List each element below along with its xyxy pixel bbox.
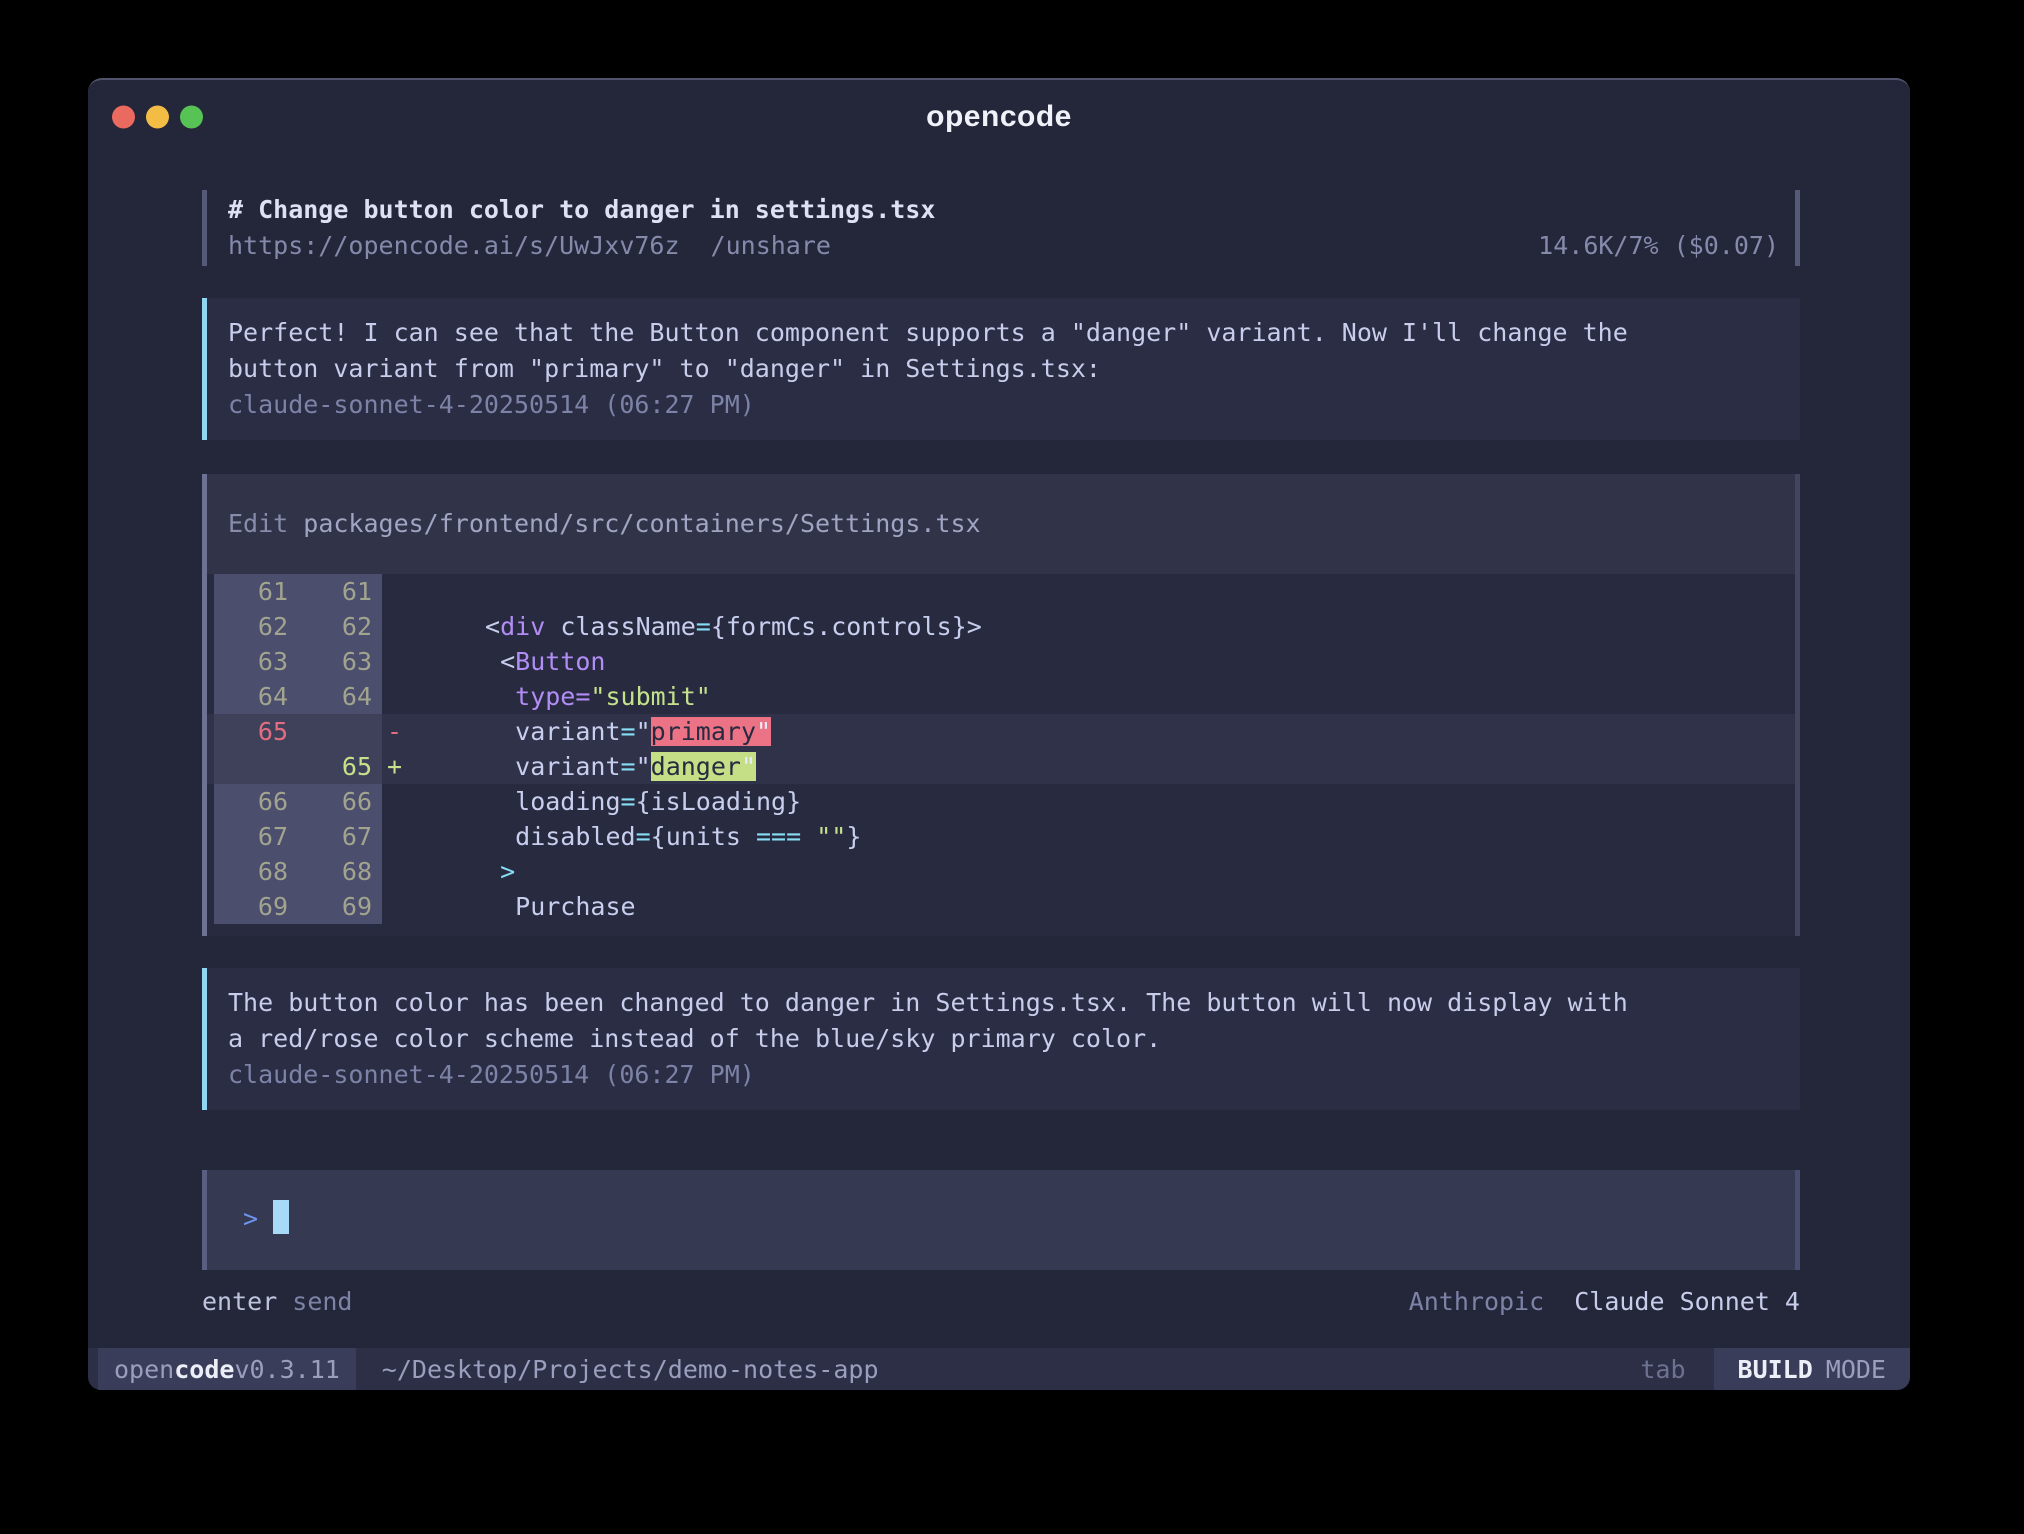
- tool-target-path: packages/frontend/src/containers/Setting…: [303, 509, 980, 538]
- new-line-number: 61: [298, 574, 382, 609]
- old-line-number: 65: [214, 714, 298, 749]
- old-line-number: 66: [214, 784, 298, 819]
- assistant-message: The button color has been changed to dan…: [202, 968, 1800, 1110]
- token-usage: 14.6K/7% ($0.07): [1538, 228, 1779, 264]
- diff-sign: +: [382, 749, 470, 784]
- status-right: tab BUILD MODE: [1640, 1348, 1910, 1390]
- mode-name: BUILD: [1738, 1355, 1813, 1384]
- unshare-command[interactable]: /unshare: [711, 228, 831, 264]
- send-action-hint: send: [292, 1284, 352, 1320]
- old-line-number: 63: [214, 644, 298, 679]
- app-version-chip: opencode v0.3.11: [98, 1348, 356, 1390]
- code-line: <div className={formCs.controls}>: [470, 609, 982, 644]
- tool-call-box: Edit packages/frontend/src/containers/Se…: [202, 474, 1800, 936]
- message-line: a red/rose color scheme instead of the b…: [228, 1021, 1784, 1057]
- diff-row: 65+ variant="danger": [207, 749, 1795, 784]
- code-line: disabled={units === ""}: [470, 819, 861, 854]
- message-model-meta: claude-sonnet-4-20250514 (06:27 PM): [228, 387, 1784, 423]
- diff-sign: [382, 644, 470, 679]
- diff-sign: [382, 854, 470, 889]
- old-line-number: 61: [214, 574, 298, 609]
- code-line: <Button: [470, 644, 605, 679]
- diff-sign: [382, 574, 470, 609]
- session-header: # Change button color to danger in setti…: [202, 190, 1800, 266]
- diff-sign: [382, 784, 470, 819]
- diff-row: 6868 >: [207, 854, 1795, 889]
- diff-row: 65 - variant="primary": [207, 714, 1795, 749]
- message-line: button variant from "primary" to "danger…: [228, 351, 1784, 387]
- tab-key-hint: tab: [1640, 1355, 1685, 1384]
- diff-row: 6969 Purchase: [207, 889, 1795, 924]
- assistant-message: Perfect! I can see that the Button compo…: [202, 298, 1800, 440]
- model-indicator: Anthropic Claude Sonnet 4: [1409, 1284, 1800, 1320]
- message-line: Perfect! I can see that the Button compo…: [228, 315, 1784, 351]
- new-line-number: 68: [298, 854, 382, 889]
- build-mode-chip[interactable]: BUILD MODE: [1714, 1348, 1910, 1390]
- title-bar: opencode: [88, 80, 1910, 154]
- new-line-number: 62: [298, 609, 382, 644]
- new-line-number: 65: [298, 749, 382, 784]
- zoom-button[interactable]: [180, 106, 203, 129]
- new-line-number: 64: [298, 679, 382, 714]
- session-subheader: https://opencode.ai/s/UwJxv76z /unshare …: [228, 228, 1779, 264]
- diff-sign: [382, 889, 470, 924]
- code-line: variant="danger": [470, 749, 756, 784]
- diff-sign: -: [382, 714, 470, 749]
- diff-row: 6363 <Button: [207, 644, 1795, 679]
- window-title: opencode: [926, 100, 1072, 134]
- session-view: # Change button color to danger in setti…: [88, 190, 1910, 1320]
- diff-row: 6767 disabled={units === ""}: [207, 819, 1795, 854]
- enter-key-hint: enter: [202, 1284, 277, 1320]
- minimize-button[interactable]: [146, 106, 169, 129]
- hint-row: enter send Anthropic Claude Sonnet 4: [202, 1284, 1800, 1320]
- old-line-number: 64: [214, 679, 298, 714]
- diff-sign: [382, 609, 470, 644]
- diff-sign: [382, 679, 470, 714]
- provider-name: Anthropic: [1409, 1287, 1544, 1316]
- message-model-meta: claude-sonnet-4-20250514 (06:27 PM): [228, 1057, 1784, 1093]
- code-line: type="submit": [470, 679, 711, 714]
- old-line-number: 62: [214, 609, 298, 644]
- app-version: v0.3.11: [234, 1355, 339, 1384]
- diff-row: 6161: [207, 574, 1795, 609]
- app-name-normal: open: [114, 1355, 174, 1384]
- text-cursor: [273, 1200, 289, 1234]
- tool-action-label: Edit: [228, 509, 303, 538]
- message-line: The button color has been changed to dan…: [228, 985, 1784, 1021]
- diff-sign: [382, 819, 470, 854]
- model-name: Claude Sonnet 4: [1574, 1287, 1800, 1316]
- old-line-number: 69: [214, 889, 298, 924]
- diff-rows: 61616262 <div className={formCs.controls…: [207, 574, 1795, 936]
- share-url-link[interactable]: https://opencode.ai/s/UwJxv76z: [228, 228, 680, 264]
- status-bar: opencode v0.3.11 ~/Desktop/Projects/demo…: [88, 1348, 1910, 1390]
- close-button[interactable]: [112, 106, 135, 129]
- diff-row: 6464 type="submit": [207, 679, 1795, 714]
- prompt-symbol: >: [243, 1204, 258, 1233]
- old-line-number: [214, 749, 298, 784]
- session-title: # Change button color to danger in setti…: [228, 192, 1779, 228]
- tool-call-header: Edit packages/frontend/src/containers/Se…: [207, 474, 1795, 574]
- mode-suffix: MODE: [1826, 1355, 1886, 1384]
- code-line: Purchase: [470, 889, 636, 924]
- new-line-number: 69: [298, 889, 382, 924]
- code-line: loading={isLoading}: [470, 784, 801, 819]
- new-line-number: 63: [298, 644, 382, 679]
- new-line-number: [298, 714, 382, 749]
- app-window: opencode # Change button color to danger…: [88, 78, 1910, 1390]
- new-line-number: 66: [298, 784, 382, 819]
- app-name-bold: code: [174, 1355, 234, 1384]
- prompt-input[interactable]: >: [202, 1170, 1800, 1270]
- old-line-number: 67: [214, 819, 298, 854]
- old-line-number: 68: [214, 854, 298, 889]
- diff-row: 6666 loading={isLoading}: [207, 784, 1795, 819]
- diff-row: 6262 <div className={formCs.controls}>: [207, 609, 1795, 644]
- new-line-number: 67: [298, 819, 382, 854]
- code-line: >: [470, 854, 515, 889]
- code-line: variant="primary": [470, 714, 771, 749]
- working-directory: ~/Desktop/Projects/demo-notes-app: [382, 1355, 879, 1384]
- window-controls: [112, 106, 203, 129]
